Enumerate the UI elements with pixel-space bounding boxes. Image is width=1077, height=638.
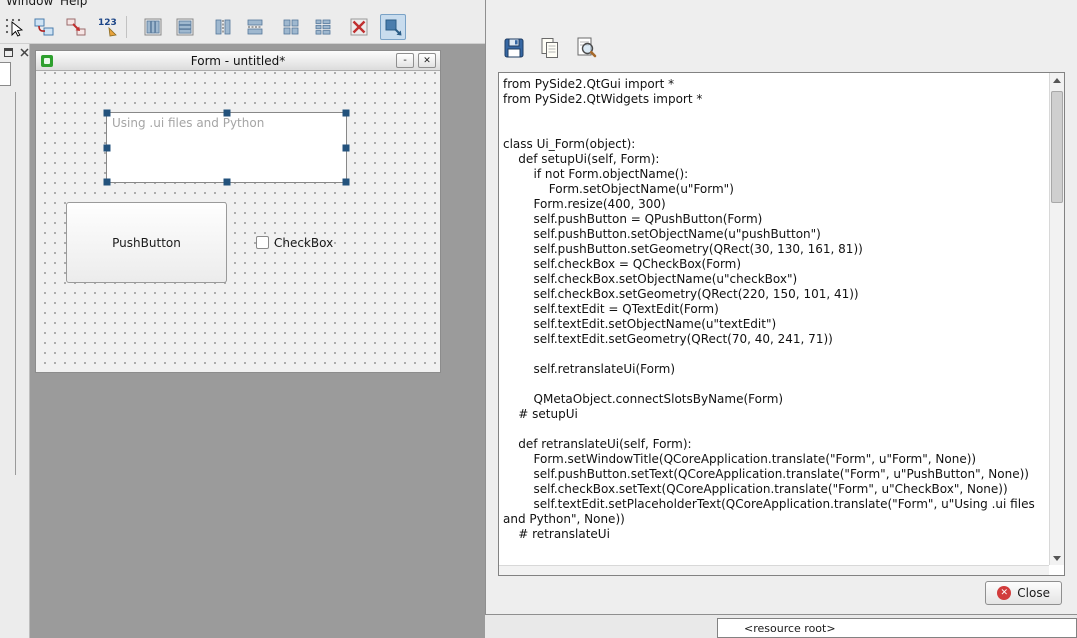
selection-handle[interactable] xyxy=(104,110,111,117)
selection-handle[interactable] xyxy=(343,110,350,117)
save-button[interactable] xyxy=(500,34,528,62)
widget-box-dock xyxy=(0,44,30,638)
menu-bar: Window Help xyxy=(0,0,485,10)
signal-slot-icon xyxy=(33,16,55,38)
selection-handle[interactable] xyxy=(223,110,230,117)
vsplitter-icon xyxy=(244,16,266,38)
down-arrow-icon xyxy=(1053,556,1061,561)
pointer-grid-icon xyxy=(3,16,25,38)
checkbox-label: CheckBox xyxy=(274,236,333,250)
code-dialog-toolbar xyxy=(500,34,600,62)
adjust-size-icon[interactable] xyxy=(380,14,406,40)
hsplitter-icon xyxy=(212,16,234,38)
close-button-label: Close xyxy=(1017,586,1050,600)
code-view: from PySide2.QtGui import * from PySide2… xyxy=(498,72,1065,576)
checkbox-indicator[interactable] xyxy=(256,236,269,249)
copy-pages-icon xyxy=(538,36,562,60)
close-x-icon xyxy=(19,47,30,58)
form-layout-icon xyxy=(312,16,334,38)
edit-tab-order-icon[interactable]: 123 xyxy=(95,14,121,40)
find-button[interactable] xyxy=(572,34,600,62)
close-button[interactable]: ✕ xyxy=(418,53,436,68)
menu-help[interactable]: Help xyxy=(60,0,87,8)
code-horizontal-scrollbar[interactable] xyxy=(499,565,1049,575)
layout-form-icon[interactable] xyxy=(310,14,336,40)
window-buttons: - ✕ xyxy=(396,53,436,68)
break-layout-x-icon xyxy=(348,16,370,38)
dock-titlebar-buttons xyxy=(2,46,31,59)
resource-browser-dock: <resource root> xyxy=(717,618,1077,638)
form-canvas[interactable]: Using .ui files and Python PushButton Ch… xyxy=(36,72,440,372)
edit-signals-slots-icon[interactable] xyxy=(31,14,57,40)
close-circle-icon: ✕ xyxy=(997,586,1011,600)
tab-order-numbers: 123 xyxy=(98,18,117,28)
edit-widgets-icon[interactable] xyxy=(1,14,27,40)
hlayout-bars-icon xyxy=(142,16,164,38)
toolbar-separator xyxy=(126,16,127,38)
selection-handle[interactable] xyxy=(104,179,111,186)
layout-vertical-icon[interactable] xyxy=(172,14,198,40)
layout-horizontal-splitter-icon[interactable] xyxy=(210,14,236,40)
form-window-titlebar[interactable]: Form - untitled* - ✕ xyxy=(36,51,440,71)
widget-box-list-edge xyxy=(15,92,16,475)
selection-handle[interactable] xyxy=(104,144,111,151)
find-magnifier-icon xyxy=(574,36,598,60)
pushbutton-widget[interactable]: PushButton xyxy=(66,202,227,283)
main-toolbar: 123 xyxy=(0,10,485,44)
float-icon xyxy=(3,47,14,58)
selection-handle[interactable] xyxy=(223,179,230,186)
buddy-icon xyxy=(65,16,87,38)
code-preview-dialog: from PySide2.QtGui import * from PySide2… xyxy=(485,0,1077,615)
save-floppy-icon xyxy=(502,36,526,60)
code-vertical-scrollbar[interactable] xyxy=(1049,73,1064,565)
selection-handle[interactable] xyxy=(343,144,350,151)
dock-float-button[interactable] xyxy=(2,46,15,59)
mdi-area: Form - untitled* - ✕ Using .ui files and… xyxy=(30,44,485,638)
adjust-size-arrow-icon xyxy=(382,16,404,38)
scroll-up-button[interactable] xyxy=(1050,73,1064,87)
menu-window[interactable]: Window xyxy=(6,0,53,8)
checkbox-widget[interactable]: CheckBox xyxy=(256,222,357,263)
form-window-title: Form - untitled* xyxy=(36,54,440,68)
form-editor-window: Form - untitled* - ✕ Using .ui files and… xyxy=(35,50,441,373)
resource-root-item[interactable]: <resource root> xyxy=(718,619,1076,635)
scroll-down-button[interactable] xyxy=(1050,551,1064,565)
textedit-widget[interactable]: Using .ui files and Python xyxy=(106,112,347,183)
generated-python-code[interactable]: from PySide2.QtGui import * from PySide2… xyxy=(503,77,1046,563)
layout-vertical-splitter-icon[interactable] xyxy=(242,14,268,40)
widget-filter-input[interactable] xyxy=(0,62,11,86)
selection-handle[interactable] xyxy=(343,179,350,186)
designer-screen: Window Help xyxy=(0,0,1077,638)
grid-squares-icon xyxy=(280,16,302,38)
copy-button[interactable] xyxy=(536,34,564,62)
textedit-placeholder: Using .ui files and Python xyxy=(112,116,346,130)
layout-horizontal-icon[interactable] xyxy=(140,14,166,40)
dialog-close-button[interactable]: ✕ Close xyxy=(985,581,1062,605)
break-layout-icon[interactable] xyxy=(346,14,372,40)
up-arrow-icon xyxy=(1053,78,1061,83)
layout-grid-icon[interactable] xyxy=(278,14,304,40)
minimize-button[interactable]: - xyxy=(396,53,414,68)
scrollbar-thumb[interactable] xyxy=(1051,91,1063,203)
edit-buddies-icon[interactable] xyxy=(63,14,89,40)
vlayout-bars-icon xyxy=(174,16,196,38)
